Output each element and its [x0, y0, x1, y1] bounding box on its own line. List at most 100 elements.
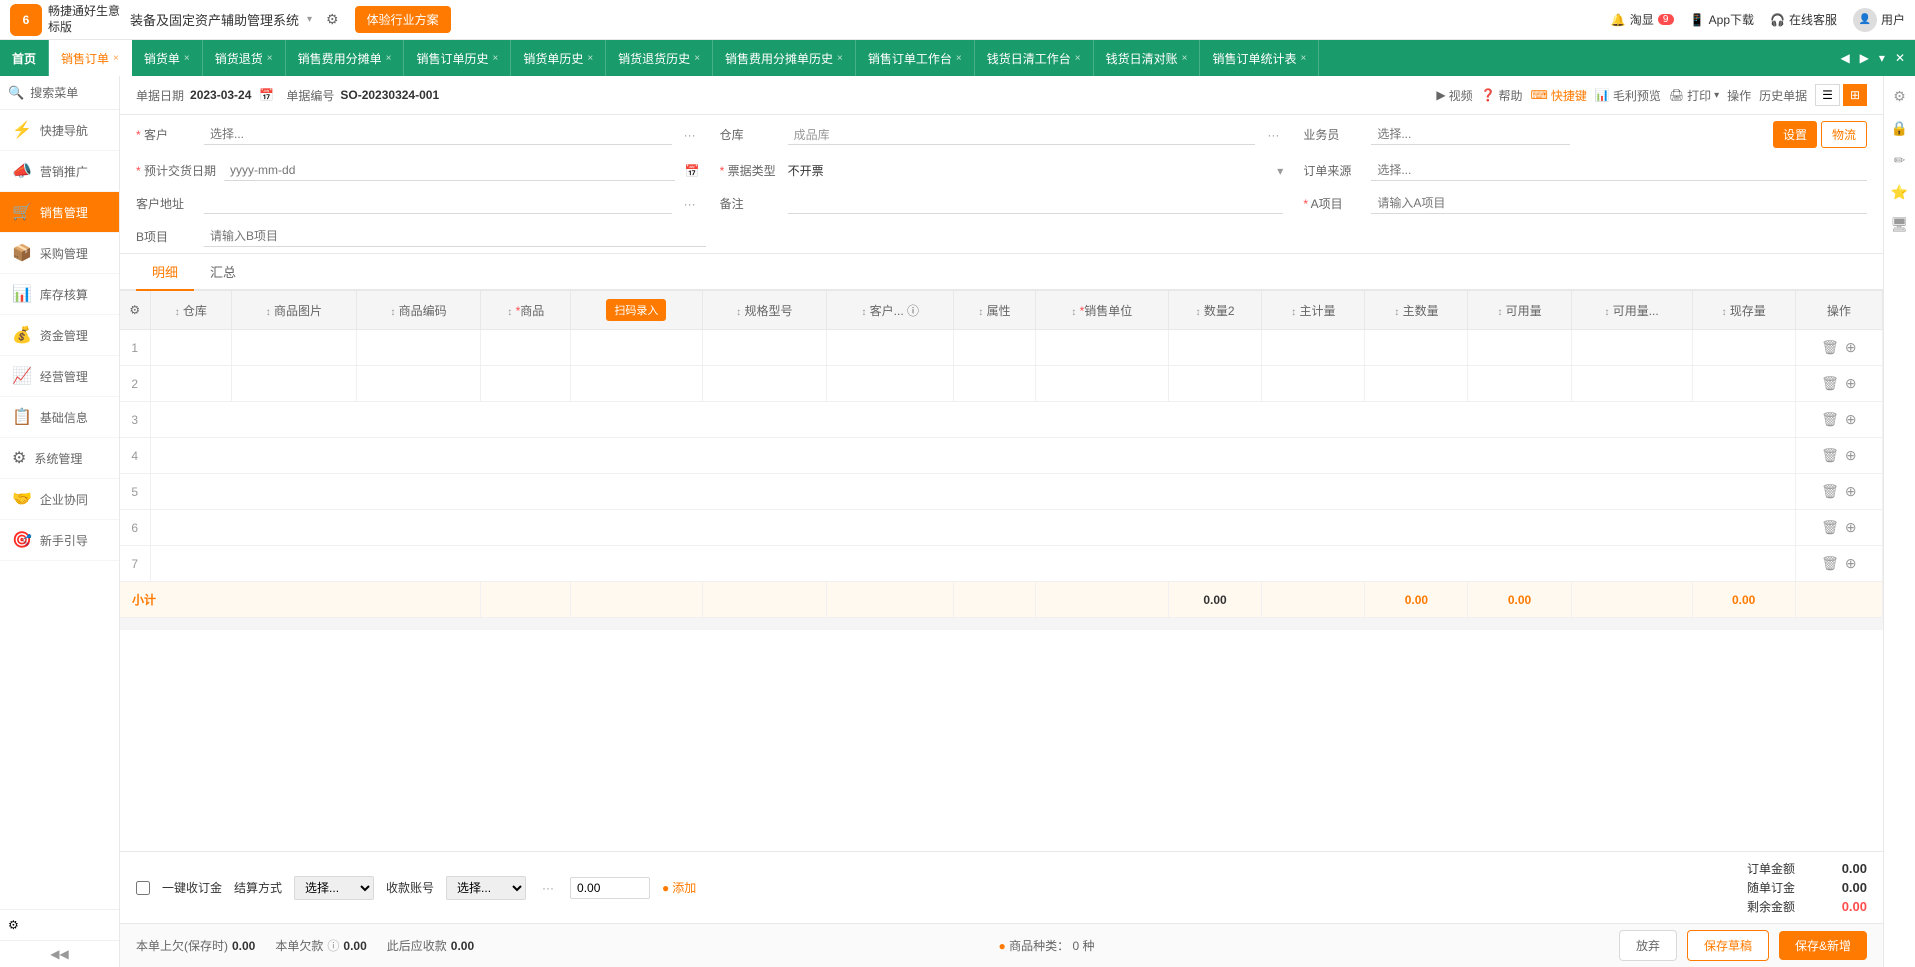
copy-icon[interactable]: ⊕: [1845, 411, 1857, 428]
tab-sales-fee-split[interactable]: 销售费用分摊单 ×: [286, 40, 405, 76]
order-source-input[interactable]: [1371, 160, 1867, 181]
warehouse-more-btn[interactable]: ···: [1263, 128, 1283, 142]
copy-icon[interactable]: ⊕: [1845, 519, 1857, 536]
tab-prev-arrow[interactable]: ◀: [1836, 49, 1853, 67]
copy-icon[interactable]: ⊕: [1845, 483, 1857, 500]
delivery-calendar-icon[interactable]: 📅: [685, 164, 700, 178]
system-title-arrow-icon[interactable]: ▾: [307, 14, 312, 25]
operation-btn[interactable]: 操作: [1727, 87, 1751, 104]
barcode-btn[interactable]: 扫码录入: [606, 299, 666, 321]
customer-input[interactable]: [204, 124, 672, 145]
app-download-item[interactable]: 📱 App下载: [1690, 11, 1754, 28]
right-sidebar-icon-5[interactable]: 🖥: [1888, 212, 1912, 236]
tab-sales-order[interactable]: 销售订单 ×: [49, 40, 132, 76]
row-2-attr[interactable]: [954, 366, 1036, 402]
col-barcode[interactable]: 扫码录入: [571, 291, 702, 330]
copy-icon[interactable]: ⊕: [1845, 375, 1857, 392]
customer-addr-input[interactable]: [204, 193, 672, 214]
delete-icon[interactable]: 🗑: [1821, 519, 1839, 536]
tab-sales-fee-split-history[interactable]: 销售费用分摊单历史 ×: [713, 40, 856, 76]
tab-sales-return-history[interactable]: 销货退货历史 ×: [606, 40, 713, 76]
invoice-type-dropdown-icon[interactable]: ▾: [1277, 164, 1283, 178]
online-service-item[interactable]: 🎧 在线客服: [1770, 11, 1837, 28]
row-1-sale-unit[interactable]: [1035, 330, 1168, 366]
col-settings[interactable]: ⚙: [120, 291, 150, 330]
tab-close-icon[interactable]: ×: [1300, 53, 1306, 64]
amount-input[interactable]: [570, 877, 650, 899]
print-dropdown-icon[interactable]: ▾: [1714, 90, 1719, 101]
tab-close-icon[interactable]: ×: [837, 53, 843, 64]
row-2-sale-unit[interactable]: [1035, 366, 1168, 402]
row-2-main-qty[interactable]: [1365, 366, 1468, 402]
tab-next-arrow[interactable]: ▶: [1856, 49, 1873, 67]
table-scrollbar[interactable]: [120, 618, 1883, 630]
help-btn[interactable]: ❓ 帮助: [1481, 87, 1523, 104]
sidebar-item-enterprise[interactable]: 🤝 企业协同: [0, 479, 119, 520]
add-payment-btn[interactable]: ● 添加: [662, 879, 696, 896]
copy-icon[interactable]: ⊕: [1845, 339, 1857, 356]
row-2-qty2[interactable]: [1168, 366, 1262, 402]
this-order-info-icon[interactable]: ⓘ: [327, 937, 339, 954]
row-2-customer-info[interactable]: [827, 366, 954, 402]
tab-close-icon[interactable]: ×: [184, 53, 190, 64]
sidebar-item-operations[interactable]: 📈 经营管理: [0, 356, 119, 397]
tab-close-icon[interactable]: ×: [956, 53, 962, 64]
shortcut-btn[interactable]: ⌨ 快捷键: [1531, 87, 1587, 104]
profit-preview-btn[interactable]: 📊 毛利预览: [1595, 87, 1661, 104]
view-btn[interactable]: ▶ 视频: [1436, 87, 1472, 104]
row-1-qty2[interactable]: [1168, 330, 1262, 366]
sidebar-item-inventory[interactable]: 📊 库存核算: [0, 274, 119, 315]
grid-view-btn[interactable]: ⊞: [1843, 84, 1867, 106]
tab-summary[interactable]: 汇总: [194, 254, 252, 291]
row-2-code[interactable]: [356, 366, 481, 402]
sidebar-item-marketing[interactable]: 📣 营销推广: [0, 151, 119, 192]
sidebar-item-system[interactable]: ⚙ 系统管理: [0, 438, 119, 479]
settings-btn[interactable]: 设置: [1773, 121, 1817, 148]
row-1-attr[interactable]: [954, 330, 1036, 366]
tab-daily-cash-reconcile[interactable]: 钱货日清对账 ×: [1094, 40, 1201, 76]
payment-method-select[interactable]: 选择...: [294, 876, 374, 900]
tab-close-icon[interactable]: ×: [694, 53, 700, 64]
row-1-customer-info[interactable]: [827, 330, 954, 366]
sidebar-search[interactable]: 🔍 搜索菜单: [0, 76, 119, 110]
delete-icon[interactable]: 🗑: [1821, 447, 1839, 464]
tab-list-arrow[interactable]: ▾: [1875, 49, 1889, 67]
calendar-icon[interactable]: 📅: [259, 88, 274, 102]
tab-sales-order-report[interactable]: 销售订单统计表 ×: [1200, 40, 1319, 76]
row-1-code[interactable]: [356, 330, 481, 366]
delete-icon[interactable]: 🗑: [1821, 483, 1839, 500]
addr-more-btn[interactable]: ···: [680, 197, 700, 211]
customer-more-btn[interactable]: ···: [680, 128, 700, 142]
tab-sales-order-history[interactable]: 销售订单历史 ×: [404, 40, 511, 76]
right-sidebar-icon-2[interactable]: 🔒: [1888, 116, 1912, 140]
discard-btn[interactable]: 放弃: [1619, 930, 1677, 961]
tab-daily-cash-workbench[interactable]: 钱货日清工作台 ×: [975, 40, 1094, 76]
tab-sales-order-workbench[interactable]: 销售订单工作台 ×: [856, 40, 975, 76]
copy-icon[interactable]: ⊕: [1845, 555, 1857, 572]
row-2-product[interactable]: [481, 366, 571, 402]
tab-sales-slip-history[interactable]: 销货单历史 ×: [511, 40, 606, 76]
tab-close-icon[interactable]: ×: [267, 53, 273, 64]
save-draft-btn[interactable]: 保存草稿: [1687, 930, 1769, 961]
delete-icon[interactable]: 🗑: [1821, 375, 1839, 392]
list-view-btn[interactable]: ☰: [1815, 84, 1840, 106]
tab-close-icon[interactable]: ×: [386, 53, 392, 64]
delete-icon[interactable]: 🗑: [1821, 555, 1839, 572]
right-sidebar-icon-1[interactable]: ⚙: [1888, 84, 1912, 108]
sidebar-item-purchase[interactable]: 📦 采购管理: [0, 233, 119, 274]
history-btn[interactable]: 历史单据: [1759, 87, 1807, 104]
tab-close-icon[interactable]: ×: [587, 53, 593, 64]
sidebar-item-sales[interactable]: 🛒 销售管理: [0, 192, 119, 233]
row-1-spec[interactable]: [702, 330, 827, 366]
a-project-input[interactable]: [1371, 193, 1867, 214]
sidebar-item-guide[interactable]: 🎯 新手引导: [0, 520, 119, 561]
account-select[interactable]: 选择...: [446, 876, 526, 900]
delete-icon[interactable]: 🗑: [1821, 339, 1839, 356]
delivery-date-input[interactable]: [224, 160, 675, 181]
sidebar-settings-btn[interactable]: ⚙: [0, 909, 119, 940]
copy-icon[interactable]: ⊕: [1845, 447, 1857, 464]
user-item[interactable]: 👤 用户: [1853, 8, 1905, 32]
staff-input[interactable]: [1371, 124, 1570, 145]
tab-sales-slip[interactable]: 销货单 ×: [132, 40, 203, 76]
warehouse-input[interactable]: [788, 124, 1256, 145]
